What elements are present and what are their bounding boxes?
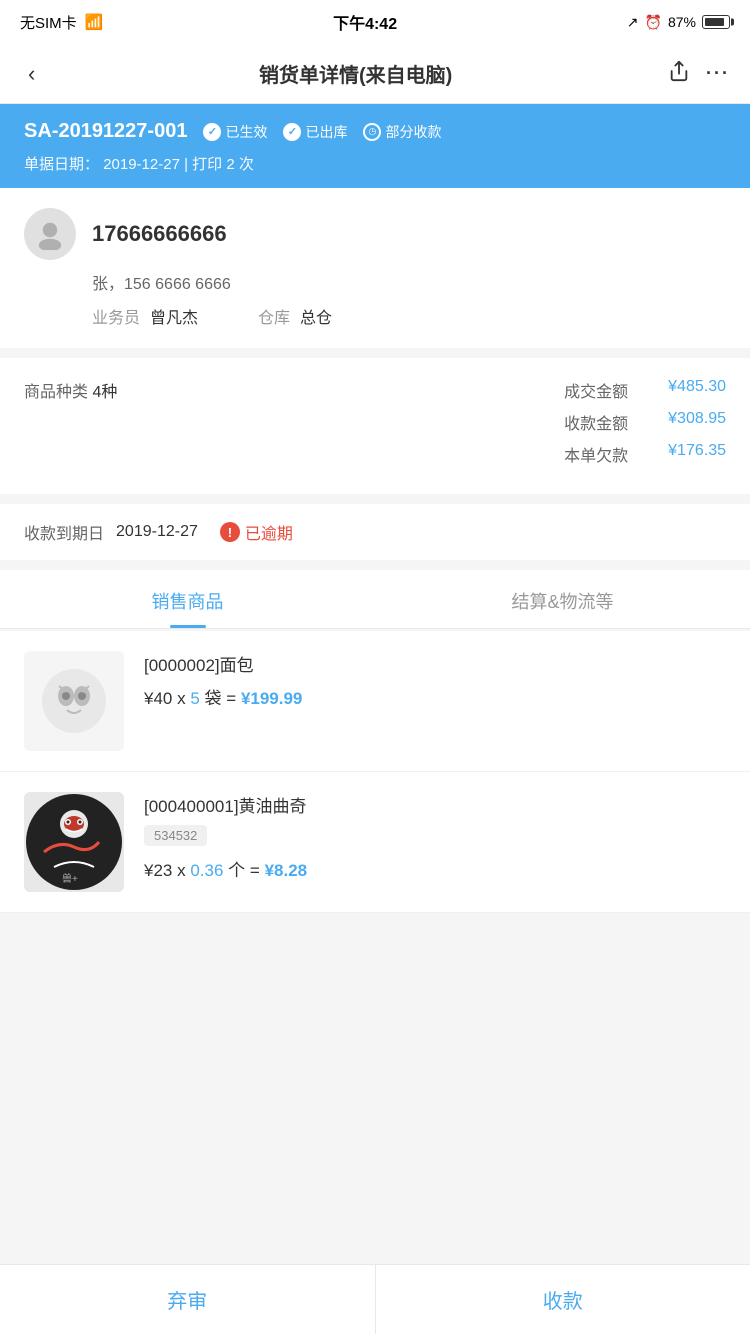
status-left: 无SIM卡 📶 — [20, 12, 103, 33]
customer-phone: 张，156 6666 6666 — [24, 270, 726, 294]
battery-percent: 87% — [668, 14, 696, 30]
received-amount-row: 收款金额 ¥308.95 — [564, 410, 726, 434]
check-icon-1: ✓ — [203, 123, 221, 141]
summary-left: 商品种类 4种 — [24, 378, 117, 408]
nav-actions: ··· — [668, 60, 730, 88]
summary-section: 商品种类 4种 成交金额 ¥485.30 收款金额 ¥308.95 本单欠款 ¥… — [0, 358, 750, 494]
product-total-1: ¥199.99 — [241, 689, 302, 708]
warehouse-label: 仓库 — [258, 304, 290, 328]
customer-row: 17666666666 — [24, 208, 726, 260]
back-button[interactable]: ‹ — [20, 53, 43, 95]
share-icon[interactable] — [668, 60, 690, 88]
status-right: ↗ ⏰ 87% — [627, 14, 730, 31]
salesperson-label: 业务员 — [92, 304, 140, 328]
product-price-1: ¥40 x 5 袋 = ¥199.99 — [144, 684, 726, 709]
received-amount-value: ¥308.95 — [668, 410, 726, 434]
order-row: SA-20191227-001 ✓ 已生效 ✓ 已出库 ◷ 部分收款 — [24, 120, 726, 143]
product-type-row: 商品种类 4种 — [24, 378, 117, 402]
customer-avatar — [24, 208, 76, 260]
due-section: 收款到期日 2019-12-27 ! 已逾期 — [0, 504, 750, 560]
salesperson-value: 曾凡杰 — [150, 304, 198, 328]
product-price-2: ¥23 x 0.36 个 = ¥8.28 — [144, 856, 726, 881]
alarm-icon: ⏰ — [645, 14, 662, 31]
warehouse-value: 总仓 — [300, 304, 332, 328]
product-name-1: [0000002]面包 — [144, 651, 726, 676]
check-icon-2: ✓ — [283, 123, 301, 141]
battery-icon — [702, 15, 730, 29]
location-icon: ↗ — [627, 14, 639, 31]
tabs-section: 销售商品 结算&物流等 — [0, 570, 750, 629]
overdue-badge: ! 已逾期 — [220, 520, 293, 544]
bottom-bar: 弃审 收款 — [0, 1264, 750, 1334]
carrier-text: 无SIM卡 — [20, 12, 77, 33]
wifi-icon: 📶 — [85, 13, 104, 31]
customer-id: 17666666666 — [92, 221, 227, 247]
list-item: [0000002]面包 ¥40 x 5 袋 = ¥199.99 — [0, 631, 750, 772]
product-list: [0000002]面包 ¥40 x 5 袋 = ¥199.99 — [0, 631, 750, 913]
customer-section: 17666666666 张，156 6666 6666 业务员 曾凡杰 仓库 总… — [0, 188, 750, 348]
product-qty-1: 5 — [190, 689, 199, 708]
list-item: 兽+ [000400001]黄油曲奇 534532 ¥23 x 0.36 个 =… — [0, 772, 750, 913]
warehouse-item: 仓库 总仓 — [258, 304, 332, 328]
total-amount-label: 成交金额 — [564, 378, 628, 402]
badge-shipped: ✓ 已出库 — [283, 122, 347, 142]
tabs-row: 销售商品 结算&物流等 — [0, 570, 750, 629]
status-bar: 无SIM卡 📶 下午4:42 ↗ ⏰ 87% — [0, 0, 750, 44]
badge-effective: ✓ 已生效 — [203, 122, 267, 142]
status-time: 下午4:42 — [333, 10, 397, 34]
overdue-text: 已逾期 — [245, 520, 293, 544]
product-total-2: ¥8.28 — [265, 861, 308, 880]
owed-amount-row: 本单欠款 ¥176.35 — [564, 442, 726, 466]
product-type-count: 4种 — [92, 384, 117, 401]
clock-icon: ◷ — [363, 123, 381, 141]
more-icon[interactable]: ··· — [706, 63, 730, 84]
page-title: 销货单详情(来自电脑) — [259, 59, 452, 88]
collect-payment-button[interactable]: 收款 — [376, 1265, 750, 1334]
owed-amount-label: 本单欠款 — [564, 442, 628, 466]
nav-bar: ‹ 销货单详情(来自电脑) ··· — [0, 44, 750, 104]
total-amount-row: 成交金额 ¥485.30 — [564, 378, 726, 402]
order-number: SA-20191227-001 — [24, 120, 187, 143]
banner-date: 单据日期： 2019-12-27 | 打印 2 次 — [24, 153, 726, 174]
header-banner: SA-20191227-001 ✓ 已生效 ✓ 已出库 ◷ 部分收款 单据日期：… — [0, 104, 750, 188]
due-date-label: 收款到期日 — [24, 520, 104, 544]
due-date-value: 2019-12-27 — [116, 523, 198, 541]
salesperson-item: 业务员 曾凡杰 — [92, 304, 198, 328]
received-amount-label: 收款金额 — [564, 410, 628, 434]
svg-text:兽+: 兽+ — [62, 872, 78, 885]
battery-fill — [705, 18, 724, 26]
product-sku-badge: 534532 — [144, 825, 207, 846]
product-info-1: [0000002]面包 ¥40 x 5 袋 = ¥199.99 — [144, 651, 726, 709]
product-thumbnail-2: 兽+ — [24, 792, 124, 892]
product-qty-2: 0.36 — [190, 861, 223, 880]
tab-settlement[interactable]: 结算&物流等 — [375, 570, 750, 628]
product-name-2: [000400001]黄油曲奇 — [144, 792, 726, 817]
reject-button[interactable]: 弃审 — [0, 1265, 376, 1334]
owed-amount-value: ¥176.35 — [668, 442, 726, 466]
total-amount-value: ¥485.30 — [668, 378, 726, 402]
summary-right: 成交金额 ¥485.30 收款金额 ¥308.95 本单欠款 ¥176.35 — [564, 378, 726, 474]
badge-partial: ◷ 部分收款 — [363, 122, 441, 142]
product-info-2: [000400001]黄油曲奇 534532 ¥23 x 0.36 个 = ¥8… — [144, 792, 726, 881]
overdue-icon: ! — [220, 522, 240, 542]
tab-sales-products[interactable]: 销售商品 — [0, 570, 375, 628]
product-thumbnail-1 — [24, 651, 124, 751]
customer-meta: 业务员 曾凡杰 仓库 总仓 — [24, 304, 726, 328]
